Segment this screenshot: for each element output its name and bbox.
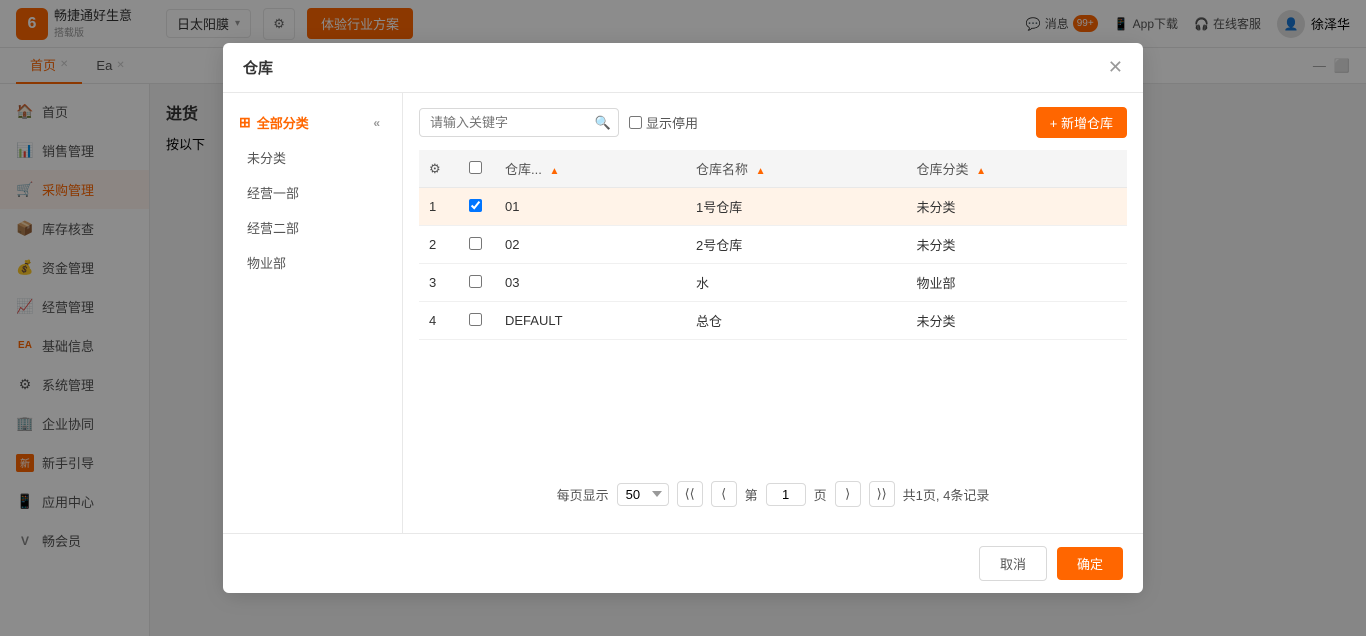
select-all-checkbox[interactable]: [469, 161, 482, 174]
table-header: ⚙ 仓库... ▲ 仓库名称 ▲: [419, 150, 1127, 188]
row-checkbox[interactable]: [459, 302, 495, 340]
th-code: 仓库... ▲: [495, 150, 686, 188]
modal-main: 🔍 显示停用 + 新增仓库 ⚙: [403, 93, 1143, 533]
th-settings[interactable]: ⚙: [419, 150, 459, 188]
search-input[interactable]: [419, 108, 619, 137]
add-warehouse-button[interactable]: + 新增仓库: [1036, 107, 1127, 138]
modal-header: 仓库 ✕: [223, 43, 1143, 93]
all-categories-button[interactable]: ⊞ 全部分类 «: [223, 105, 402, 140]
row-name: 2号仓库: [686, 226, 907, 264]
next-page-button[interactable]: ⟩: [835, 481, 861, 507]
row-category: 未分类: [906, 188, 1127, 226]
search-icon[interactable]: 🔍: [595, 115, 611, 131]
row-num: 3: [419, 264, 459, 302]
total-records: 共1页, 4条记录: [903, 485, 990, 504]
table-body: 1 01 1号仓库: [419, 188, 1127, 340]
category-item-unclassified[interactable]: 未分类: [223, 140, 402, 175]
modal-toolbar: 🔍 显示停用 + 新增仓库: [419, 107, 1127, 138]
pagination: 每页显示 50 10 20 100 ⟨⟨ ⟨ 第 页 ⟩ ⟩⟩ 共1页, 4条记…: [419, 469, 1127, 519]
row-num: 1: [419, 188, 459, 226]
row-name: 水: [686, 264, 907, 302]
category-item-property[interactable]: 物业部: [223, 245, 402, 280]
show-disabled-checkbox[interactable]: 显示停用: [629, 113, 698, 132]
confirm-button[interactable]: 确定: [1057, 547, 1123, 580]
row-num: 4: [419, 302, 459, 340]
th-category: 仓库分类 ▲: [906, 150, 1127, 188]
th-checkbox: [459, 150, 495, 188]
table-container: ⚙ 仓库... ▲ 仓库名称 ▲: [419, 150, 1127, 469]
modal-title: 仓库: [243, 57, 273, 78]
row-checkbox[interactable]: [459, 226, 495, 264]
row-category: 物业部: [906, 264, 1127, 302]
row-code: DEFAULT: [495, 302, 686, 340]
modal-overlay: 仓库 ✕ ⊞ 全部分类 « 未分类 经营一部 经营二部: [0, 0, 1366, 636]
row-num: 2: [419, 226, 459, 264]
warehouse-modal: 仓库 ✕ ⊞ 全部分类 « 未分类 经营一部 经营二部: [223, 43, 1143, 593]
table-row[interactable]: 3 03 水: [419, 264, 1127, 302]
modal-body: ⊞ 全部分类 « 未分类 经营一部 经营二部 物业部: [223, 93, 1143, 533]
row-code: 02: [495, 226, 686, 264]
sort-icon: ▲: [549, 166, 559, 177]
row-name: 总仓: [686, 302, 907, 340]
category-item-ops1[interactable]: 经营一部: [223, 175, 402, 210]
table-row[interactable]: 1 01 1号仓库: [419, 188, 1127, 226]
row-category: 未分类: [906, 302, 1127, 340]
row-checkbox[interactable]: [459, 264, 495, 302]
table-row[interactable]: 4 DEFAULT 总仓: [419, 302, 1127, 340]
warehouse-table: ⚙ 仓库... ▲ 仓库名称 ▲: [419, 150, 1127, 340]
sort-icon: ▲: [756, 166, 766, 177]
category-sidebar: ⊞ 全部分类 « 未分类 经营一部 经营二部 物业部: [223, 93, 403, 533]
prev-page-button[interactable]: ⟨: [711, 481, 737, 507]
collapse-button[interactable]: «: [367, 114, 386, 132]
modal-footer: 取消 确定: [223, 533, 1143, 593]
last-page-button[interactable]: ⟩⟩: [869, 481, 895, 507]
row-checkbox[interactable]: [459, 188, 495, 226]
row-code: 01: [495, 188, 686, 226]
category-item-ops2[interactable]: 经营二部: [223, 210, 402, 245]
page-number-input[interactable]: [766, 483, 806, 506]
first-page-button[interactable]: ⟨⟨: [677, 481, 703, 507]
page-size-select[interactable]: 50 10 20 100: [617, 483, 669, 506]
cancel-button[interactable]: 取消: [979, 546, 1047, 581]
row-code: 03: [495, 264, 686, 302]
grid-icon: ⊞: [239, 114, 251, 131]
sort-icon: ▲: [976, 166, 986, 177]
th-name: 仓库名称 ▲: [686, 150, 907, 188]
table-row[interactable]: 2 02 2号仓库: [419, 226, 1127, 264]
disabled-checkbox[interactable]: [629, 116, 642, 129]
row-category: 未分类: [906, 226, 1127, 264]
modal-close-button[interactable]: ✕: [1108, 57, 1123, 78]
search-wrap: 🔍: [419, 108, 619, 137]
row-name: 1号仓库: [686, 188, 907, 226]
